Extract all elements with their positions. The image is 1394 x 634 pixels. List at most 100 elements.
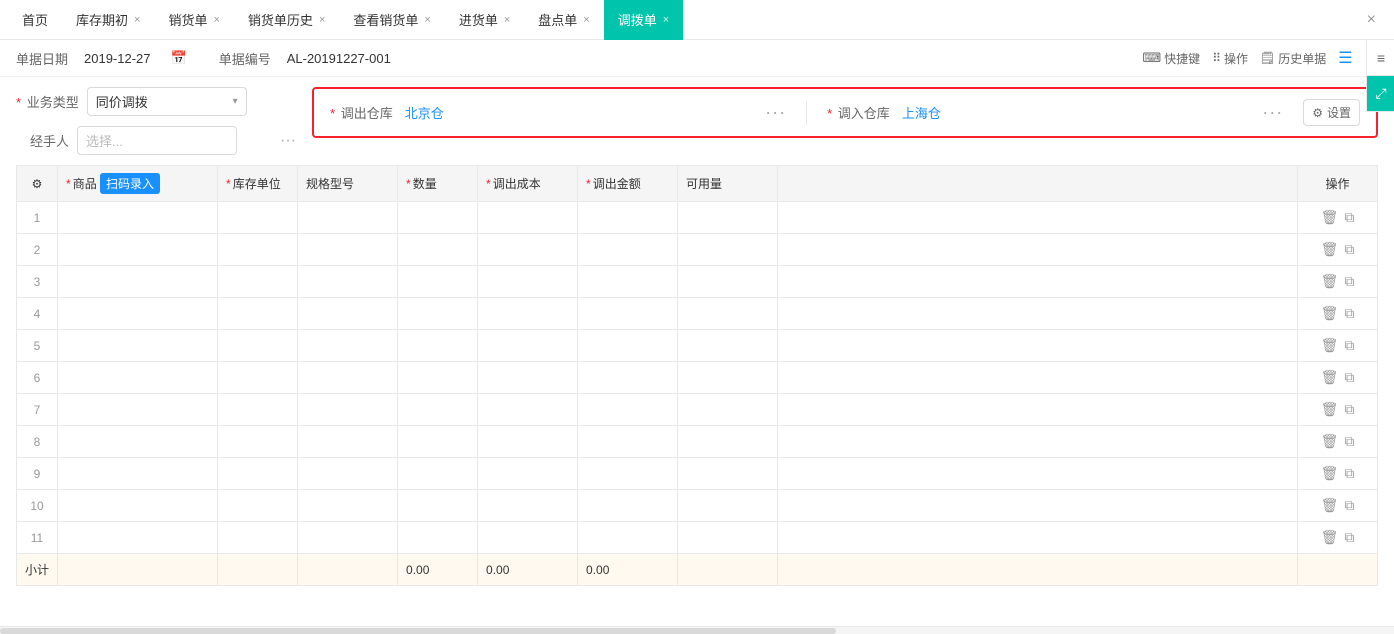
product-cell-9[interactable] xyxy=(58,458,218,490)
product-cell-10[interactable] xyxy=(58,490,218,522)
copy-icon[interactable]: ⧉ xyxy=(1344,529,1354,546)
amount-cell-2[interactable] xyxy=(578,234,678,266)
spec-cell-4[interactable] xyxy=(298,298,398,330)
tab-inventory-init[interactable]: 库存期初 × xyxy=(62,0,154,40)
unit-cell-11[interactable] xyxy=(218,522,298,554)
product-cell-1[interactable] xyxy=(58,202,218,234)
copy-icon[interactable]: ⧉ xyxy=(1344,337,1354,354)
copy-icon[interactable]: ⧉ xyxy=(1344,465,1354,482)
qty-cell-8[interactable] xyxy=(398,426,478,458)
copy-icon[interactable]: ⧉ xyxy=(1344,401,1354,418)
th-gear[interactable]: ⚙ xyxy=(17,166,58,202)
scrollbar-thumb[interactable] xyxy=(0,628,836,634)
unit-cell-9[interactable] xyxy=(218,458,298,490)
close-sales-history[interactable]: × xyxy=(319,14,325,26)
spec-cell-6[interactable] xyxy=(298,362,398,394)
delete-icon[interactable]: 🗑 xyxy=(1321,369,1339,386)
cost-cell-11[interactable] xyxy=(478,522,578,554)
delete-icon[interactable]: 🗑 xyxy=(1321,241,1339,258)
product-cell-8[interactable] xyxy=(58,426,218,458)
horizontal-scrollbar[interactable] xyxy=(0,626,1394,634)
business-type-select[interactable]: 同价调拨 ▾ xyxy=(87,87,247,116)
delete-icon[interactable]: 🗑 xyxy=(1321,497,1339,514)
delete-icon[interactable]: 🗑 xyxy=(1321,305,1339,322)
product-cell-5[interactable] xyxy=(58,330,218,362)
amount-cell-9[interactable] xyxy=(578,458,678,490)
tab-sales-order[interactable]: 销货单 × xyxy=(154,0,233,40)
copy-icon[interactable]: ⧉ xyxy=(1344,305,1354,322)
tab-transfer[interactable]: 调拨单 × xyxy=(604,0,683,40)
cost-cell-1[interactable] xyxy=(478,202,578,234)
amount-cell-1[interactable] xyxy=(578,202,678,234)
copy-icon[interactable]: ⧉ xyxy=(1344,369,1354,386)
qty-cell-1[interactable] xyxy=(398,202,478,234)
shortcuts-btn[interactable]: ⌨ 快捷键 xyxy=(1142,50,1200,67)
sidebar-list-icon[interactable]: ≡ xyxy=(1367,40,1394,76)
operations-btn[interactable]: ⠿ 操作 xyxy=(1212,50,1248,67)
qty-cell-9[interactable] xyxy=(398,458,478,490)
delete-icon[interactable]: 🗑 xyxy=(1321,433,1339,450)
amount-cell-5[interactable] xyxy=(578,330,678,362)
delete-icon[interactable]: 🗑 xyxy=(1321,529,1339,546)
close-stocktake[interactable]: × xyxy=(583,14,589,26)
close-sales-order[interactable]: × xyxy=(213,14,219,26)
warehouse-in-more-btn[interactable]: ··· xyxy=(1262,102,1283,123)
spec-cell-2[interactable] xyxy=(298,234,398,266)
unit-cell-8[interactable] xyxy=(218,426,298,458)
cost-cell-9[interactable] xyxy=(478,458,578,490)
copy-icon[interactable]: ⧉ xyxy=(1344,433,1354,450)
sidebar-expand-icon[interactable]: ⤢ xyxy=(1367,76,1394,112)
amount-cell-7[interactable] xyxy=(578,394,678,426)
cost-cell-2[interactable] xyxy=(478,234,578,266)
product-cell-4[interactable] xyxy=(58,298,218,330)
qty-cell-6[interactable] xyxy=(398,362,478,394)
cost-cell-3[interactable] xyxy=(478,266,578,298)
amount-cell-3[interactable] xyxy=(578,266,678,298)
delete-icon[interactable]: 🗑 xyxy=(1321,337,1339,354)
tab-purchase[interactable]: 进货单 × xyxy=(445,0,524,40)
product-cell-3[interactable] xyxy=(58,266,218,298)
qty-cell-2[interactable] xyxy=(398,234,478,266)
amount-cell-11[interactable] xyxy=(578,522,678,554)
spec-cell-8[interactable] xyxy=(298,426,398,458)
handler-more-btn[interactable]: ··· xyxy=(280,132,296,150)
close-inventory-init[interactable]: × xyxy=(134,14,140,26)
tab-home[interactable]: 首页 xyxy=(8,0,62,40)
close-purchase[interactable]: × xyxy=(504,14,510,26)
unit-cell-3[interactable] xyxy=(218,266,298,298)
copy-icon[interactable]: ⧉ xyxy=(1344,241,1354,258)
settings-button[interactable]: ⚙ 设置 xyxy=(1303,99,1360,126)
delete-icon[interactable]: 🗑 xyxy=(1321,273,1339,290)
tab-view-sales[interactable]: 查看销货单 × xyxy=(339,0,444,40)
copy-icon[interactable]: ⧉ xyxy=(1344,273,1354,290)
calendar-icon[interactable]: 📅 xyxy=(171,50,187,66)
unit-cell-6[interactable] xyxy=(218,362,298,394)
product-cell-11[interactable] xyxy=(58,522,218,554)
copy-icon[interactable]: ⧉ xyxy=(1344,497,1354,514)
close-view-sales[interactable]: × xyxy=(424,14,430,26)
history-btn[interactable]: 🗒 历史单据 xyxy=(1260,50,1326,67)
qty-cell-4[interactable] xyxy=(398,298,478,330)
close-transfer[interactable]: × xyxy=(663,14,669,26)
handler-select[interactable]: 选择... xyxy=(77,126,237,155)
product-cell-6[interactable] xyxy=(58,362,218,394)
qty-cell-7[interactable] xyxy=(398,394,478,426)
spec-cell-7[interactable] xyxy=(298,394,398,426)
delete-icon[interactable]: 🗑 xyxy=(1321,209,1339,226)
product-cell-7[interactable] xyxy=(58,394,218,426)
spec-cell-1[interactable] xyxy=(298,202,398,234)
spec-cell-5[interactable] xyxy=(298,330,398,362)
spec-cell-3[interactable] xyxy=(298,266,398,298)
cost-cell-6[interactable] xyxy=(478,362,578,394)
layout-btn-1[interactable]: ☰ xyxy=(1338,48,1352,68)
qty-cell-5[interactable] xyxy=(398,330,478,362)
tab-stocktake[interactable]: 盘点单 × xyxy=(524,0,603,40)
unit-cell-10[interactable] xyxy=(218,490,298,522)
cost-cell-7[interactable] xyxy=(478,394,578,426)
unit-cell-2[interactable] xyxy=(218,234,298,266)
amount-cell-6[interactable] xyxy=(578,362,678,394)
unit-cell-4[interactable] xyxy=(218,298,298,330)
spec-cell-10[interactable] xyxy=(298,490,398,522)
amount-cell-4[interactable] xyxy=(578,298,678,330)
unit-cell-1[interactable] xyxy=(218,202,298,234)
